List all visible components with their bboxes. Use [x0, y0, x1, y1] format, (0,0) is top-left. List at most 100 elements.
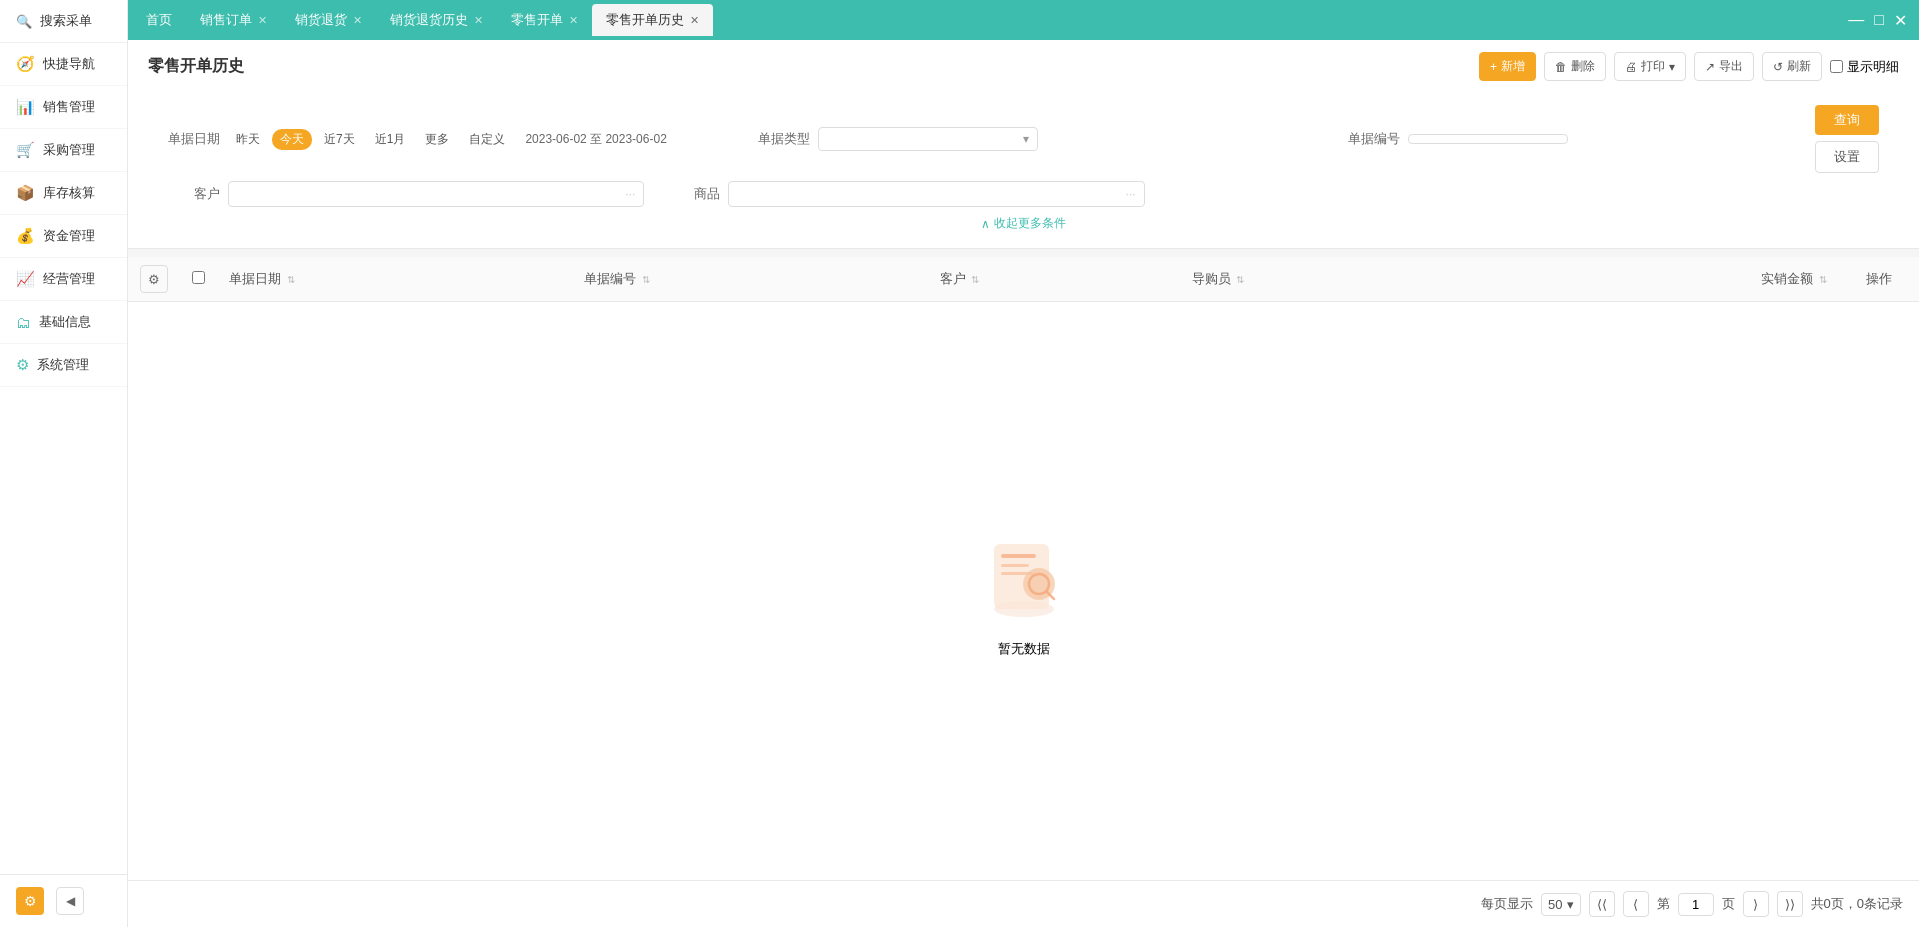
empty-text: 暂无数据: [998, 640, 1050, 658]
tab-label: 销货退货历史: [390, 11, 468, 29]
table-header-customer[interactable]: 客户 ⇅: [928, 257, 1180, 302]
docnumber-input[interactable]: [1408, 134, 1568, 144]
date-range-display: 2023-06-02 至 2023-06-02: [525, 131, 666, 148]
tab-retail-open[interactable]: 零售开单 ✕: [497, 4, 592, 36]
doctype-filter-label: 单据类型: [750, 130, 810, 148]
settings-gear-button[interactable]: ⚙: [16, 887, 44, 915]
pagination: 每页显示 50 ▾ ⟨⟨ ⟨ 第 页 ⟩ ⟩⟩ 共0页，0条记录: [128, 880, 1919, 927]
purchase-icon: 🛒: [16, 141, 35, 159]
filter-row-customer: 客户 ··· 商品 ···: [148, 177, 1899, 211]
sidebar: 🔍 搜索采单 🧭 快捷导航 📊 销售管理 🛒 采购管理 📦 库存核算 💰 资金管…: [0, 0, 128, 927]
sidebar-item-label: 经营管理: [43, 270, 95, 288]
col-date-label: 单据日期: [229, 271, 281, 286]
delete-button[interactable]: 🗑 删除: [1544, 52, 1606, 81]
content-area: 零售开单历史 + 新增 🗑 删除 🖨 打印 ▾: [128, 40, 1919, 927]
sidebar-item-kucun[interactable]: 📦 库存核算: [0, 172, 127, 215]
tab-bar-end: — □ ✕: [1848, 11, 1915, 30]
add-button[interactable]: + 新增: [1479, 52, 1536, 81]
tab-home-label: 首页: [146, 11, 172, 29]
product-filter-label: 商品: [660, 185, 720, 203]
display-detail-toggle[interactable]: 显示明细: [1830, 58, 1899, 76]
filter-settings-button[interactable]: 设置: [1815, 141, 1879, 173]
collapse-filter-button[interactable]: ∧ 收起更多条件: [148, 211, 1899, 240]
tab-sales-order[interactable]: 销售订单 ✕: [186, 4, 281, 36]
product-input[interactable]: ···: [728, 181, 1144, 207]
print-icon: 🖨: [1625, 60, 1637, 74]
date-option-more[interactable]: 更多: [417, 129, 457, 150]
per-page-label: 每页显示: [1481, 895, 1533, 913]
sidebar-collapse-button[interactable]: ◀: [56, 887, 84, 915]
sidebar-item-jingying[interactable]: 📈 经营管理: [0, 258, 127, 301]
close-tab-icon[interactable]: ✕: [569, 14, 578, 27]
per-page-select[interactable]: 50 ▾: [1541, 893, 1580, 916]
customer-dots-icon[interactable]: ···: [625, 187, 635, 201]
sidebar-menu: 🧭 快捷导航 📊 销售管理 🛒 采购管理 📦 库存核算 💰 资金管理 📈 经营管…: [0, 43, 127, 874]
date-option-month[interactable]: 近1月: [367, 129, 414, 150]
per-page-value: 50: [1548, 897, 1562, 912]
data-table: ⚙ 单据日期 ⇅ 单据编号 ⇅: [128, 257, 1919, 302]
action-buttons: 查询 设置: [1815, 105, 1887, 173]
sidebar-search[interactable]: 🔍 搜索采单: [0, 0, 127, 43]
refresh-button[interactable]: ↺ 刷新: [1762, 52, 1822, 81]
minimize-icon[interactable]: —: [1848, 11, 1864, 29]
table-header-number[interactable]: 单据编号 ⇅: [572, 257, 927, 302]
tab-home[interactable]: 首页: [132, 4, 186, 36]
sidebar-item-label: 基础信息: [39, 313, 91, 331]
select-all-checkbox[interactable]: [192, 271, 205, 284]
date-option-custom[interactable]: 自定义: [461, 129, 513, 150]
sidebar-search-label: 搜索采单: [40, 12, 92, 30]
sidebar-item-xitong[interactable]: ⚙ 系统管理: [0, 344, 127, 387]
close-window-icon[interactable]: ✕: [1894, 11, 1907, 30]
basic-info-icon: 🗂: [16, 314, 31, 331]
table-header-row: ⚙ 单据日期 ⇅ 单据编号 ⇅: [128, 257, 1919, 302]
table-header-config: ⚙: [128, 257, 180, 302]
delete-label: 删除: [1571, 58, 1595, 75]
tab-retail-open-history[interactable]: 零售开单历史 ✕: [592, 4, 713, 36]
table-header-checkbox[interactable]: [180, 257, 217, 302]
add-icon: +: [1490, 60, 1497, 74]
sidebar-item-kuaijie[interactable]: 🧭 快捷导航: [0, 43, 127, 86]
col-number-label: 单据编号: [584, 271, 636, 286]
sidebar-item-xiaoshou[interactable]: 📊 销售管理: [0, 86, 127, 129]
inventory-icon: 📦: [16, 184, 35, 202]
table-header-salesperson[interactable]: 导购员 ⇅: [1180, 257, 1484, 302]
col-salesperson-label: 导购员: [1192, 271, 1231, 286]
close-tab-icon[interactable]: ✕: [258, 14, 267, 27]
prev-page-button[interactable]: ⟨: [1623, 891, 1649, 917]
sort-icon: ⇅: [287, 274, 295, 285]
sidebar-item-caigou[interactable]: 🛒 采购管理: [0, 129, 127, 172]
tab-sales-return-history[interactable]: 销货退货历史 ✕: [376, 4, 497, 36]
display-detail-checkbox[interactable]: [1830, 60, 1843, 73]
customer-input[interactable]: ···: [228, 181, 644, 207]
close-tab-icon[interactable]: ✕: [690, 14, 699, 27]
print-button[interactable]: 🖨 打印 ▾: [1614, 52, 1686, 81]
sidebar-item-jichu[interactable]: 🗂 基础信息: [0, 301, 127, 344]
refresh-icon: ↺: [1773, 60, 1783, 74]
tab-label: 零售开单: [511, 11, 563, 29]
close-tab-icon[interactable]: ✕: [474, 14, 483, 27]
sidebar-item-label: 库存核算: [43, 184, 95, 202]
per-page-dropdown-icon: ▾: [1567, 897, 1574, 912]
date-option-today[interactable]: 今天: [272, 129, 312, 150]
export-label: 导出: [1719, 58, 1743, 75]
first-page-button[interactable]: ⟨⟨: [1589, 891, 1615, 917]
close-tab-icon[interactable]: ✕: [353, 14, 362, 27]
sidebar-item-label: 快捷导航: [43, 55, 95, 73]
query-button[interactable]: 查询: [1815, 105, 1879, 135]
product-dots-icon[interactable]: ···: [1126, 187, 1136, 201]
export-button[interactable]: ↗ 导出: [1694, 52, 1754, 81]
sidebar-item-zijin[interactable]: 💰 资金管理: [0, 215, 127, 258]
doctype-select[interactable]: ▾: [818, 127, 1038, 151]
tab-sales-return[interactable]: 销货退货 ✕: [281, 4, 376, 36]
maximize-icon[interactable]: □: [1874, 11, 1884, 29]
page-number-input[interactable]: [1678, 893, 1714, 916]
date-option-week[interactable]: 近7天: [316, 129, 363, 150]
table-header-date[interactable]: 单据日期 ⇅: [217, 257, 572, 302]
table-config-button[interactable]: ⚙: [140, 265, 168, 293]
next-page-button[interactable]: ⟩: [1743, 891, 1769, 917]
table-header-amount[interactable]: 实销金额 ⇅: [1484, 257, 1839, 302]
date-option-yesterday[interactable]: 昨天: [228, 129, 268, 150]
filter-group-customer: 客户 ···: [160, 181, 644, 207]
date-options: 昨天 今天 近7天 近1月 更多 自定义: [228, 129, 513, 150]
last-page-button[interactable]: ⟩⟩: [1777, 891, 1803, 917]
